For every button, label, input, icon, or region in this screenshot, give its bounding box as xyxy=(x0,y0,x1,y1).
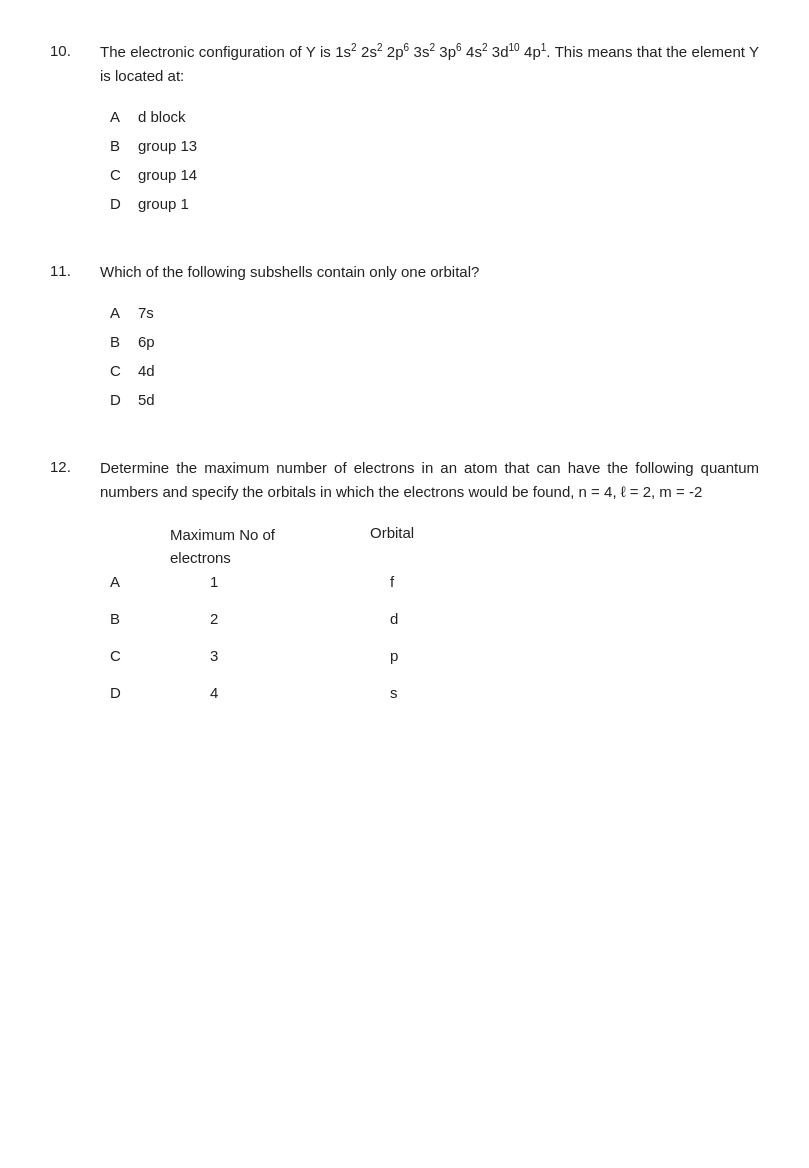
question-12-text: Determine the maximum number of electron… xyxy=(100,456,759,504)
option-11-d-letter: D xyxy=(110,391,138,408)
option-10-b-letter: B xyxy=(110,137,138,154)
q12-row-a-orbital: f xyxy=(310,573,450,590)
q12-row-d-number: 4 xyxy=(150,684,310,701)
question-12-table: Maximum No of electrons Orbital A 1 f B … xyxy=(110,524,759,701)
q12-row-c-number: 3 xyxy=(150,647,310,664)
option-11-b: B 6p xyxy=(110,333,759,350)
option-11-d: D 5d xyxy=(110,391,759,408)
option-10-a-text: d block xyxy=(138,108,186,125)
q12-col1-line1: Maximum No of xyxy=(170,526,275,543)
q12-header-orbital: Orbital xyxy=(310,524,450,569)
q12-row-d: D 4 s xyxy=(110,684,759,701)
q12-row-b-letter: B xyxy=(110,610,150,627)
q12-header: Maximum No of electrons Orbital xyxy=(110,524,759,569)
option-10-c: C group 14 xyxy=(110,166,759,183)
q12-row-b: B 2 d xyxy=(110,610,759,627)
option-10-b: B group 13 xyxy=(110,137,759,154)
option-11-b-text: 6p xyxy=(138,333,155,350)
question-11-options: A 7s B 6p C 4d D 5d xyxy=(110,304,759,408)
q12-header-maxno: Maximum No of electrons xyxy=(150,524,310,569)
q12-row-c-letter: C xyxy=(110,647,150,664)
q12-row-b-number: 2 xyxy=(150,610,310,627)
option-11-a-text: 7s xyxy=(138,304,154,321)
option-11-a: A 7s xyxy=(110,304,759,321)
q12-row-c: C 3 p xyxy=(110,647,759,664)
q12-col1-line2: electrons xyxy=(170,549,231,566)
question-12-content: Determine the maximum number of electron… xyxy=(100,456,759,721)
question-10-options: A d block B group 13 C group 14 D group … xyxy=(110,108,759,212)
option-11-b-letter: B xyxy=(110,333,138,350)
question-10-number: 10. xyxy=(50,40,100,224)
question-10: 10. The electronic configuration of Y is… xyxy=(50,40,759,224)
q12-row-b-orbital: d xyxy=(310,610,450,627)
question-11: 11. Which of the following subshells con… xyxy=(50,260,759,420)
option-10-d-letter: D xyxy=(110,195,138,212)
q12-header-empty xyxy=(110,524,150,569)
option-11-c: C 4d xyxy=(110,362,759,379)
question-11-text: Which of the following subshells contain… xyxy=(100,260,759,284)
option-11-a-letter: A xyxy=(110,304,138,321)
option-10-d-text: group 1 xyxy=(138,195,189,212)
question-10-text: The electronic configuration of Y is 1s2… xyxy=(100,40,759,88)
question-11-content: Which of the following subshells contain… xyxy=(100,260,759,420)
q12-row-a-number: 1 xyxy=(150,573,310,590)
question-12-number: 12. xyxy=(50,456,100,721)
option-11-c-letter: C xyxy=(110,362,138,379)
option-10-a: A d block xyxy=(110,108,759,125)
option-10-c-letter: C xyxy=(110,166,138,183)
q12-row-c-orbital: p xyxy=(310,647,450,664)
option-10-a-letter: A xyxy=(110,108,138,125)
option-10-d: D group 1 xyxy=(110,195,759,212)
option-11-c-text: 4d xyxy=(138,362,155,379)
question-10-content: The electronic configuration of Y is 1s2… xyxy=(100,40,759,224)
q12-row-d-letter: D xyxy=(110,684,150,701)
option-10-b-text: group 13 xyxy=(138,137,197,154)
q12-row-d-orbital: s xyxy=(310,684,450,701)
q12-row-a: A 1 f xyxy=(110,573,759,590)
question-11-number: 11. xyxy=(50,260,100,420)
option-10-c-text: group 14 xyxy=(138,166,197,183)
q12-row-a-letter: A xyxy=(110,573,150,590)
question-12: 12. Determine the maximum number of elec… xyxy=(50,456,759,721)
option-11-d-text: 5d xyxy=(138,391,155,408)
